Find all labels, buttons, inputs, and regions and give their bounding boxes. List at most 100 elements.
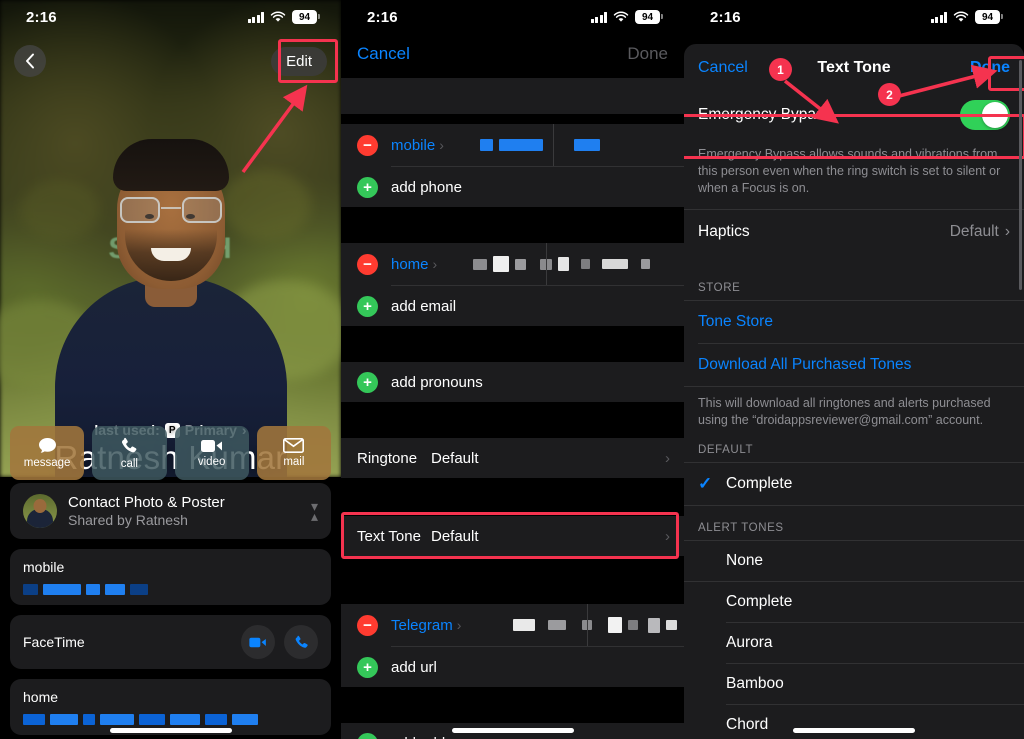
add-icon[interactable]: +	[357, 733, 378, 739]
phone-value-redacted[interactable]	[444, 124, 684, 166]
battery-indicator: 94	[292, 10, 317, 24]
quick-actions-bar: message call video	[0, 410, 341, 494]
remove-icon[interactable]: −	[357, 615, 378, 636]
panel-text-tone: 2:16 94 Cancel Text Tone Done Emergency …	[684, 0, 1024, 739]
chevron-right-icon: ›	[1005, 223, 1010, 241]
done-button[interactable]: Done	[970, 59, 1010, 77]
quick-action-mail[interactable]: mail	[257, 426, 331, 480]
quick-action-label: video	[198, 456, 226, 468]
name-field-area[interactable]	[341, 78, 684, 114]
chevron-right-icon: ›	[665, 450, 670, 467]
social-value-redacted[interactable]	[461, 604, 684, 646]
pronouns-group: + add pronouns	[341, 362, 684, 402]
add-phone-row[interactable]: + add phone	[341, 167, 684, 207]
quick-action-video[interactable]: video	[175, 426, 249, 480]
add-address-label: add address	[391, 735, 474, 739]
text-tone-sheet: Cancel Text Tone Done Emergency Bypass E…	[684, 44, 1024, 739]
facetime-audio-button[interactable]	[284, 625, 318, 659]
add-icon[interactable]: +	[357, 657, 378, 678]
tone-item-complete[interactable]: Complete	[684, 582, 1024, 622]
card-label: mobile	[23, 559, 318, 575]
quick-action-call[interactable]: call	[92, 426, 166, 480]
emergency-bypass-row[interactable]: Emergency Bypass	[684, 92, 1024, 138]
tone-item-chord[interactable]: Chord	[684, 705, 1024, 739]
annotation-badge-1: 1	[769, 58, 792, 81]
quick-action-label: call	[121, 458, 138, 470]
envelope-icon	[283, 438, 304, 453]
texttone-row[interactable]: Text Tone Default ›	[341, 516, 684, 556]
edit-button[interactable]: Edit	[271, 47, 327, 76]
cancel-button[interactable]: Cancel	[357, 44, 410, 64]
tone-item-default-complete[interactable]: ✓ Complete	[684, 463, 1024, 505]
status-bar: 2:16 94	[0, 0, 341, 34]
email-row-home[interactable]: − home ›	[341, 243, 684, 285]
ringtone-row[interactable]: Ringtone Default ›	[341, 438, 684, 478]
add-pronouns-row[interactable]: + add pronouns	[341, 362, 684, 402]
phone-label: mobile	[391, 137, 435, 154]
download-note: This will download all ringtones and ale…	[684, 387, 1024, 441]
remove-icon[interactable]: −	[357, 135, 378, 156]
quick-action-message[interactable]: message	[10, 426, 84, 480]
download-all-tones-link[interactable]: Download All Purchased Tones	[684, 344, 1024, 386]
annotation-badge-2: 2	[878, 83, 901, 106]
add-url-label: add url	[391, 659, 437, 676]
cancel-button[interactable]: Cancel	[698, 59, 748, 77]
status-bar: 2:16 94	[684, 0, 1024, 34]
cellular-signal-icon	[248, 12, 265, 23]
default-header: DEFAULT	[684, 440, 1024, 462]
facetime-card[interactable]: FaceTime	[10, 615, 331, 669]
card-title: Contact Photo & Poster	[68, 494, 300, 511]
phone-row-mobile[interactable]: − mobile ›	[341, 124, 684, 166]
wifi-icon	[270, 11, 286, 23]
sheet-toolbar: Cancel Text Tone Done	[684, 44, 1024, 92]
status-time: 2:16	[710, 9, 741, 26]
three-panel-screenshot: SWITCH TO 2:16 94	[0, 0, 1024, 739]
status-indicators: 94	[248, 10, 318, 24]
wifi-icon	[953, 11, 969, 23]
tone-name: Bamboo	[726, 675, 784, 693]
texttone-group[interactable]: Text Tone Default ›	[341, 516, 684, 556]
home-indicator	[110, 728, 232, 733]
emergency-bypass-toggle[interactable]	[960, 100, 1010, 130]
chevron-left-icon	[25, 53, 35, 69]
mobile-card[interactable]: mobile	[10, 549, 331, 605]
add-icon[interactable]: +	[357, 372, 378, 393]
add-icon[interactable]: +	[357, 296, 378, 317]
tone-name: Chord	[726, 716, 768, 734]
tone-name: Complete	[726, 475, 792, 493]
tone-name: Aurora	[726, 634, 773, 652]
phone-icon	[294, 635, 309, 650]
video-camera-icon	[249, 637, 267, 648]
phone-icon	[120, 437, 138, 455]
panel-edit-contact: 2:16 94 Cancel Done − mobile ›	[341, 0, 684, 739]
cellular-signal-icon	[591, 12, 608, 23]
battery-indicator: 94	[975, 10, 1000, 24]
status-indicators: 94	[591, 10, 661, 24]
bokeh-leaf	[221, 170, 311, 240]
tone-item-bamboo[interactable]: Bamboo	[684, 664, 1024, 704]
facetime-video-button[interactable]	[241, 625, 275, 659]
add-email-row[interactable]: + add email	[341, 286, 684, 326]
add-email-label: add email	[391, 298, 456, 315]
email-group: − home › + add email	[341, 243, 684, 326]
tone-item-aurora[interactable]: Aurora	[684, 623, 1024, 663]
ringtone-group[interactable]: Ringtone Default ›	[341, 438, 684, 478]
tone-item-none[interactable]: None	[684, 541, 1024, 581]
back-button[interactable]	[14, 45, 46, 77]
add-url-row[interactable]: + add url	[341, 647, 684, 687]
home-indicator	[452, 728, 574, 733]
haptics-key: Haptics	[698, 223, 750, 241]
status-time: 2:16	[367, 9, 398, 26]
email-value-redacted[interactable]	[437, 243, 684, 285]
quick-action-label: message	[24, 457, 71, 469]
haptics-row[interactable]: Haptics Default ›	[684, 210, 1024, 254]
scrollbar[interactable]	[1019, 60, 1022, 290]
done-button[interactable]: Done	[627, 44, 668, 64]
social-row-telegram[interactable]: − Telegram ›	[341, 604, 684, 646]
haptics-value-wrap: Default ›	[950, 223, 1010, 241]
remove-icon[interactable]: −	[357, 254, 378, 275]
tone-store-link[interactable]: Tone Store	[684, 301, 1024, 343]
add-icon[interactable]: +	[357, 177, 378, 198]
chevron-up-down-icon[interactable]: ▾▴	[311, 501, 318, 521]
home-address-card[interactable]: home	[10, 679, 331, 735]
